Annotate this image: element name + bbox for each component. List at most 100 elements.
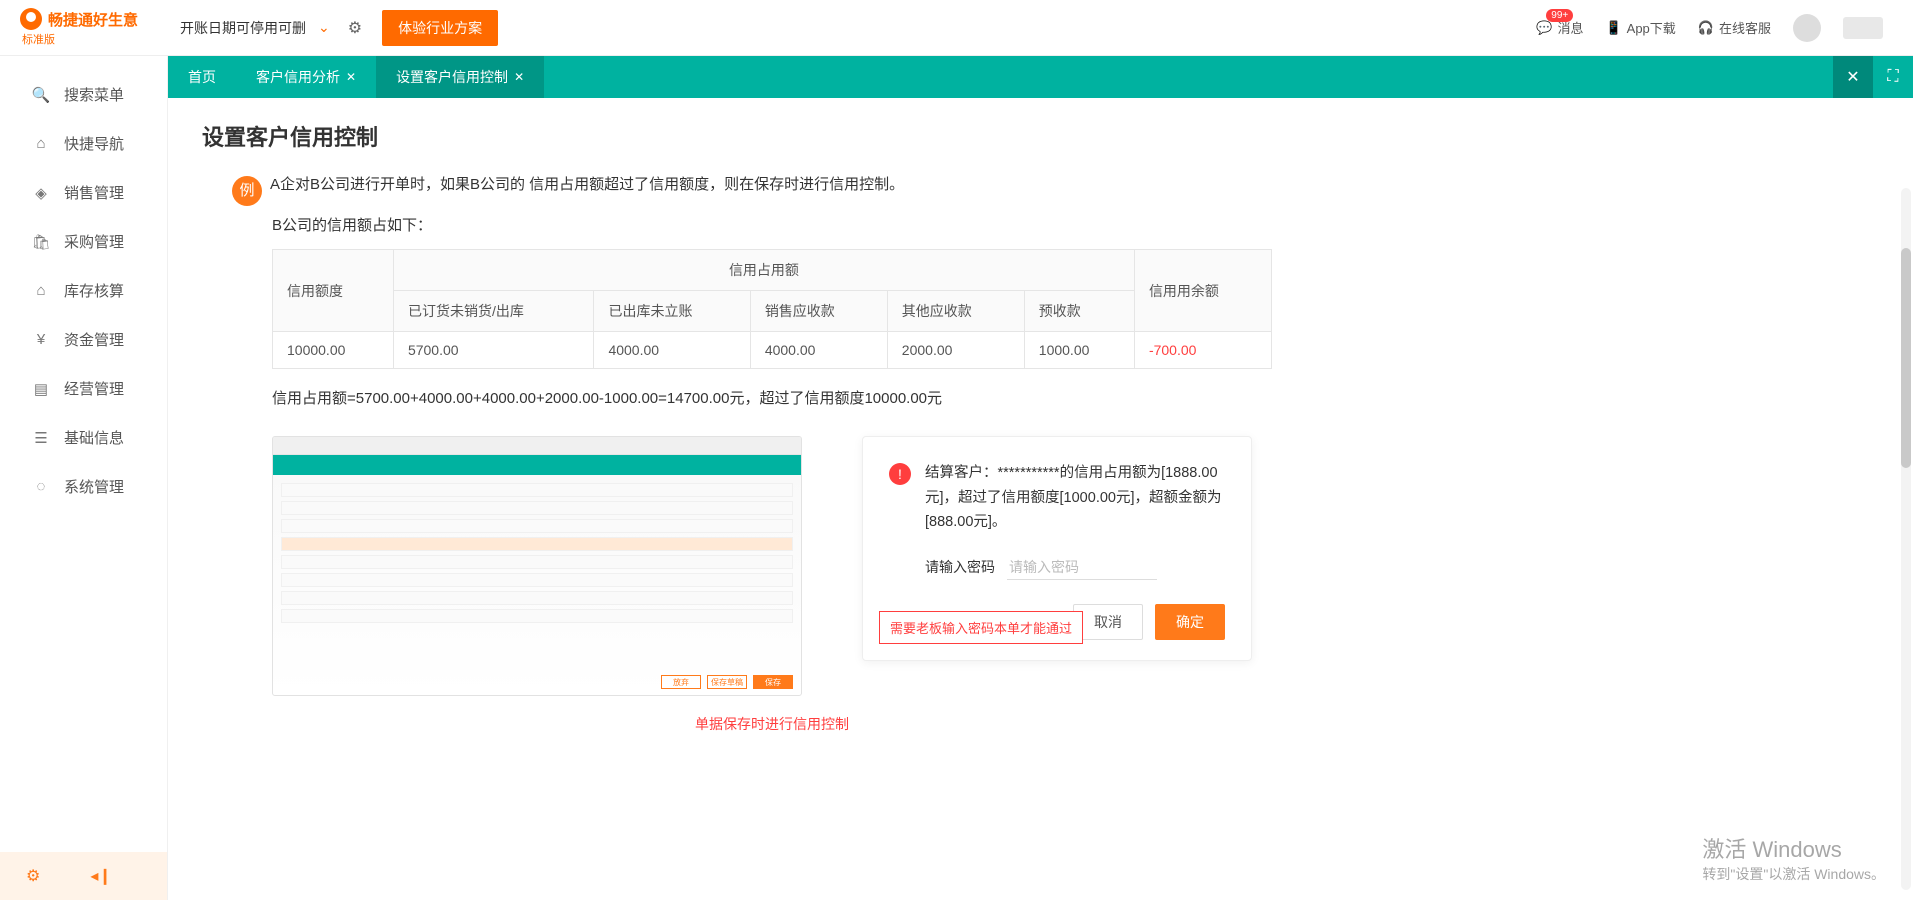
experience-button[interactable]: 体验行业方案: [382, 10, 498, 46]
account-period-dropdown[interactable]: 开账日期可停用可删 ⌄: [180, 18, 330, 38]
credit-table: 信用额度 信用占用额 信用用余额 已订货未销货/出库 已出库未立账 销售应收款 …: [272, 249, 1272, 369]
sys-icon: ◌: [32, 478, 50, 496]
warehouse-icon: ⌂: [32, 282, 50, 300]
dialog-message: 结算客户：***********的信用占用额为[1888.00元]，超过了信用额…: [925, 461, 1225, 535]
screenshot-placeholder: 放弃 保存草稿 保存: [272, 436, 802, 696]
alert-icon: !: [889, 463, 911, 485]
tab-label: 设置客户信用控制: [396, 67, 508, 87]
settings-icon[interactable]: ⚙: [26, 866, 40, 886]
sidebar-item-label: 库存核算: [64, 280, 124, 301]
sidebar-item-inventory[interactable]: ⌂ 库存核算: [0, 266, 167, 315]
th-other-recv: 其他应收款: [887, 291, 1024, 332]
top-header: 畅捷通好生意 标准版 开账日期可停用可删 ⌄ ⚙ 体验行业方案 💬 消息 99+…: [0, 0, 1913, 56]
sidebar-item-label: 采购管理: [64, 231, 124, 252]
cell-balance: -700.00: [1134, 332, 1271, 369]
info-icon: ☰: [32, 429, 50, 447]
cell-sales-recv: 4000.00: [750, 332, 887, 369]
tab-credit-settings[interactable]: 设置客户信用控制 ✕: [376, 56, 544, 98]
cart-icon: 🛍: [32, 233, 50, 251]
close-all-tabs[interactable]: ✕: [1833, 56, 1873, 98]
example-text: A企对B公司进行开单时，如果B公司的 信用占用额超过了信用额度，则在保存时进行信…: [270, 176, 904, 193]
close-icon[interactable]: ✕: [514, 70, 524, 84]
sidebar-item-basics[interactable]: ☰ 基础信息: [0, 413, 167, 462]
shot-save-draft-button: 保存草稿: [707, 675, 747, 689]
report-icon: ▤: [32, 380, 50, 398]
home-icon: ⌂: [32, 135, 50, 153]
page-title: 设置客户信用控制: [202, 120, 1879, 152]
cell-out-unbilled: 4000.00: [594, 332, 750, 369]
brand-icon: [20, 8, 42, 30]
content-area: 设置客户信用控制 例A企对B公司进行开单时，如果B公司的 信用占用额超过了信用额…: [168, 98, 1913, 900]
sidebar-item-label: 经营管理: [64, 378, 124, 399]
shot-save-button: 保存: [753, 675, 793, 689]
illustration-row: 放弃 保存草稿 保存 ! 结算客户：***********的信用占用额为[188…: [272, 436, 1849, 696]
illustration-caption: 单据保存时进行信用控制: [272, 714, 1272, 734]
th-sales-recv: 销售应收款: [750, 291, 887, 332]
example-subline: B公司的信用额占如下：: [272, 214, 1849, 235]
online-service-link[interactable]: 🎧 在线客服: [1698, 18, 1771, 37]
cell-prepay: 1000.00: [1024, 332, 1134, 369]
fullscreen-toggle[interactable]: ⛶: [1873, 56, 1913, 98]
close-icon[interactable]: ✕: [346, 70, 356, 84]
th-balance: 信用用余额: [1134, 250, 1271, 332]
sidebar: 🔍 搜索菜单 ⌂ 快捷导航 ◈ 销售管理 🛍 采购管理 ⌂ 库存核算 ¥ 资金管理 ▤ 经营管…: [0, 56, 168, 900]
online-service-label: 在线客服: [1719, 18, 1771, 37]
sidebar-item-quicknav[interactable]: ⌂ 快捷导航: [0, 119, 167, 168]
gear-icon[interactable]: ⚙: [348, 18, 362, 38]
th-occupy: 信用占用额: [393, 250, 1134, 291]
messages-badge: 99+: [1546, 9, 1573, 22]
sidebar-item-finance[interactable]: ¥ 资金管理: [0, 315, 167, 364]
shot-discard-button: 放弃: [661, 675, 701, 689]
app-download-label: App下载: [1627, 18, 1676, 37]
password-label: 请输入密码: [925, 557, 995, 577]
example-line: 例A企对B公司进行开单时，如果B公司的 信用占用额超过了信用额度，则在保存时进行…: [232, 170, 1849, 200]
user-menu[interactable]: [1843, 17, 1883, 39]
th-out-unbilled: 已出库未立账: [594, 291, 750, 332]
scrollbar-thumb[interactable]: [1901, 248, 1911, 468]
th-credit-limit: 信用额度: [273, 250, 394, 332]
sidebar-item-label: 系统管理: [64, 476, 124, 497]
phone-icon: 📱: [1605, 20, 1621, 36]
tabs-bar: 首页 客户信用分析 ✕ 设置客户信用控制 ✕ ✕ ⛶: [168, 56, 1913, 98]
messages-link[interactable]: 💬 消息 99+: [1536, 18, 1583, 37]
tab-home[interactable]: 首页: [168, 56, 236, 98]
avatar[interactable]: [1793, 14, 1821, 42]
sidebar-item-label: 资金管理: [64, 329, 124, 350]
password-input[interactable]: [1007, 555, 1157, 580]
tab-label: 首页: [188, 67, 216, 87]
cell-credit-limit: 10000.00: [273, 332, 394, 369]
dialog-note: 需要老板输入密码本单才能通过: [879, 611, 1083, 644]
tab-credit-analysis[interactable]: 客户信用分析 ✕: [236, 56, 376, 98]
formula-text: 信用占用额=5700.00+4000.00+4000.00+2000.00-10…: [272, 387, 1849, 408]
sidebar-item-label: 销售管理: [64, 182, 124, 203]
tab-label: 客户信用分析: [256, 67, 340, 87]
tag-icon: ◈: [32, 184, 50, 202]
sidebar-item-label: 搜索菜单: [64, 84, 124, 105]
brand-name: 畅捷通好生意: [48, 9, 138, 30]
search-icon: 🔍: [32, 86, 50, 104]
sidebar-item-label: 基础信息: [64, 427, 124, 448]
cell-ordered: 5700.00: [393, 332, 594, 369]
message-icon: 💬: [1536, 20, 1552, 36]
cancel-button[interactable]: 取消: [1073, 604, 1143, 640]
th-prepay: 预收款: [1024, 291, 1134, 332]
cell-other-recv: 2000.00: [887, 332, 1024, 369]
sidebar-item-system[interactable]: ◌ 系统管理: [0, 462, 167, 511]
app-download-link[interactable]: 📱 App下载: [1605, 18, 1675, 37]
sidebar-item-search[interactable]: 🔍 搜索菜单: [0, 70, 167, 119]
ok-button[interactable]: 确定: [1155, 604, 1225, 640]
collapse-icon[interactable]: ◂❙: [90, 866, 111, 886]
headset-icon: 🎧: [1698, 20, 1714, 36]
sidebar-item-operations[interactable]: ▤ 经营管理: [0, 364, 167, 413]
brand-edition: 标准版: [22, 31, 55, 47]
table-row: 10000.00 5700.00 4000.00 4000.00 2000.00…: [273, 332, 1272, 369]
th-ordered: 已订货未销货/出库: [393, 291, 594, 332]
money-icon: ¥: [32, 331, 50, 349]
sidebar-footer: ⚙ ◂❙: [0, 852, 167, 900]
example-badge: 例: [232, 176, 262, 206]
sidebar-item-label: 快捷导航: [64, 133, 124, 154]
dropdown-label: 开账日期可停用可删: [180, 18, 306, 38]
sidebar-item-sales[interactable]: ◈ 销售管理: [0, 168, 167, 217]
sidebar-item-purchase[interactable]: 🛍 采购管理: [0, 217, 167, 266]
chevron-down-icon: ⌄: [318, 19, 330, 36]
